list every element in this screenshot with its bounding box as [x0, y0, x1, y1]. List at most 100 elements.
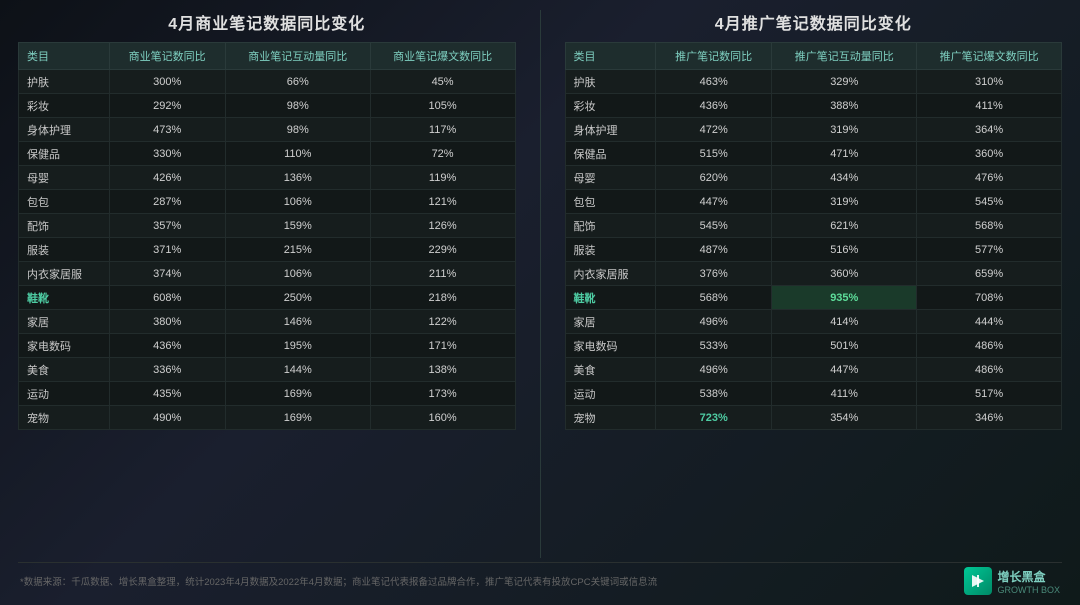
table-row: 宠物490%169%160%	[19, 406, 516, 430]
table-cell: 121%	[370, 190, 515, 214]
table-cell: 447%	[656, 190, 772, 214]
table-row: 身体护理473%98%117%	[19, 118, 516, 142]
table-row: 保健品330%110%72%	[19, 142, 516, 166]
table-cell: 435%	[109, 382, 225, 406]
table-cell: 380%	[109, 310, 225, 334]
table-row: 家居496%414%444%	[565, 310, 1062, 334]
table-row: 母婴620%434%476%	[565, 166, 1062, 190]
table-cell: 436%	[656, 94, 772, 118]
table-row: 包包447%319%545%	[565, 190, 1062, 214]
table-row: 家居380%146%122%	[19, 310, 516, 334]
right-col-header-1: 推广笔记数同比	[656, 43, 772, 70]
table-cell: 218%	[370, 286, 515, 310]
table-row: 美食336%144%138%	[19, 358, 516, 382]
table-cell: 364%	[917, 118, 1062, 142]
table-cell: 126%	[370, 214, 515, 238]
table-cell: 490%	[109, 406, 225, 430]
table-cell: 146%	[225, 310, 370, 334]
table-cell: 母婴	[565, 166, 656, 190]
table-cell: 319%	[772, 190, 917, 214]
table-cell: 487%	[656, 238, 772, 262]
table-cell: 136%	[225, 166, 370, 190]
table-row: 运动538%411%517%	[565, 382, 1062, 406]
table-cell: 138%	[370, 358, 515, 382]
table-cell: 家居	[19, 310, 110, 334]
table-cell: 身体护理	[565, 118, 656, 142]
table-cell: 66%	[225, 70, 370, 94]
table-cell: 374%	[109, 262, 225, 286]
table-cell: 360%	[917, 142, 1062, 166]
left-table-title: 4月商业笔记数据同比变化	[18, 10, 516, 34]
table-cell: 447%	[772, 358, 917, 382]
table-cell: 515%	[656, 142, 772, 166]
table-cell: 545%	[656, 214, 772, 238]
table-cell: 568%	[917, 214, 1062, 238]
table-cell: 护肤	[19, 70, 110, 94]
table-cell: 354%	[772, 406, 917, 430]
table-cell: 配饰	[19, 214, 110, 238]
table-cell: 98%	[225, 94, 370, 118]
right-table-title: 4月推广笔记数据同比变化	[565, 10, 1063, 34]
table-cell: 472%	[656, 118, 772, 142]
table-row: 服装487%516%577%	[565, 238, 1062, 262]
table-cell: 538%	[656, 382, 772, 406]
table-cell: 173%	[370, 382, 515, 406]
table-cell: 美食	[19, 358, 110, 382]
table-cell: 346%	[917, 406, 1062, 430]
table-cell: 鞋靴	[19, 286, 110, 310]
table-cell: 533%	[656, 334, 772, 358]
right-table-header-row: 类目 推广笔记数同比 推广笔记互动量同比 推广笔记爆文数同比	[565, 43, 1062, 70]
table-cell: 463%	[656, 70, 772, 94]
table-cell: 105%	[370, 94, 515, 118]
table-row: 家电数码533%501%486%	[565, 334, 1062, 358]
table-cell: 彩妆	[19, 94, 110, 118]
table-cell: 211%	[370, 262, 515, 286]
table-row: 身体护理472%319%364%	[565, 118, 1062, 142]
table-cell: 包包	[565, 190, 656, 214]
table-row: 母婴426%136%119%	[19, 166, 516, 190]
table-row: 彩妆436%388%411%	[565, 94, 1062, 118]
table-row: 包包287%106%121%	[19, 190, 516, 214]
table-row: 鞋靴568%935%708%	[565, 286, 1062, 310]
table-cell: 471%	[772, 142, 917, 166]
table-row: 家电数码436%195%171%	[19, 334, 516, 358]
footer: *数据来源：千瓜数据、增长黑盒整理，统计2023年4月数据及2022年4月数据；…	[18, 562, 1062, 597]
table-row: 护肤300%66%45%	[19, 70, 516, 94]
right-col-header-0: 类目	[565, 43, 656, 70]
left-col-header-2: 商业笔记互动量同比	[225, 43, 370, 70]
table-cell: 376%	[656, 262, 772, 286]
table-row: 鞋靴608%250%218%	[19, 286, 516, 310]
table-row: 彩妆292%98%105%	[19, 94, 516, 118]
table-cell: 568%	[656, 286, 772, 310]
table-cell: 620%	[656, 166, 772, 190]
table-cell: 659%	[917, 262, 1062, 286]
table-row: 服装371%215%229%	[19, 238, 516, 262]
table-cell: 476%	[917, 166, 1062, 190]
logo-icon	[964, 567, 992, 595]
table-cell: 357%	[109, 214, 225, 238]
table-cell: 117%	[370, 118, 515, 142]
table-cell: 171%	[370, 334, 515, 358]
left-col-header-0: 类目	[19, 43, 110, 70]
table-cell: 496%	[656, 310, 772, 334]
table-cell: 310%	[917, 70, 1062, 94]
table-cell: 母婴	[19, 166, 110, 190]
table-cell: 运动	[19, 382, 110, 406]
table-cell: 45%	[370, 70, 515, 94]
table-cell: 426%	[109, 166, 225, 190]
right-data-table: 类目 推广笔记数同比 推广笔记互动量同比 推广笔记爆文数同比 护肤463%329…	[565, 42, 1063, 430]
table-cell: 144%	[225, 358, 370, 382]
table-row: 宠物723%354%346%	[565, 406, 1062, 430]
table-row: 运动435%169%173%	[19, 382, 516, 406]
table-cell: 723%	[656, 406, 772, 430]
table-cell: 330%	[109, 142, 225, 166]
left-col-header-3: 商业笔记爆文数同比	[370, 43, 515, 70]
table-cell: 215%	[225, 238, 370, 262]
table-cell: 608%	[109, 286, 225, 310]
footer-note-text: *数据来源：千瓜数据、增长黑盒整理，统计2023年4月数据及2022年4月数据；…	[20, 574, 657, 588]
table-cell: 250%	[225, 286, 370, 310]
table-cell: 577%	[917, 238, 1062, 262]
table-cell: 486%	[917, 334, 1062, 358]
table-divider	[540, 10, 541, 558]
table-cell: 935%	[772, 286, 917, 310]
